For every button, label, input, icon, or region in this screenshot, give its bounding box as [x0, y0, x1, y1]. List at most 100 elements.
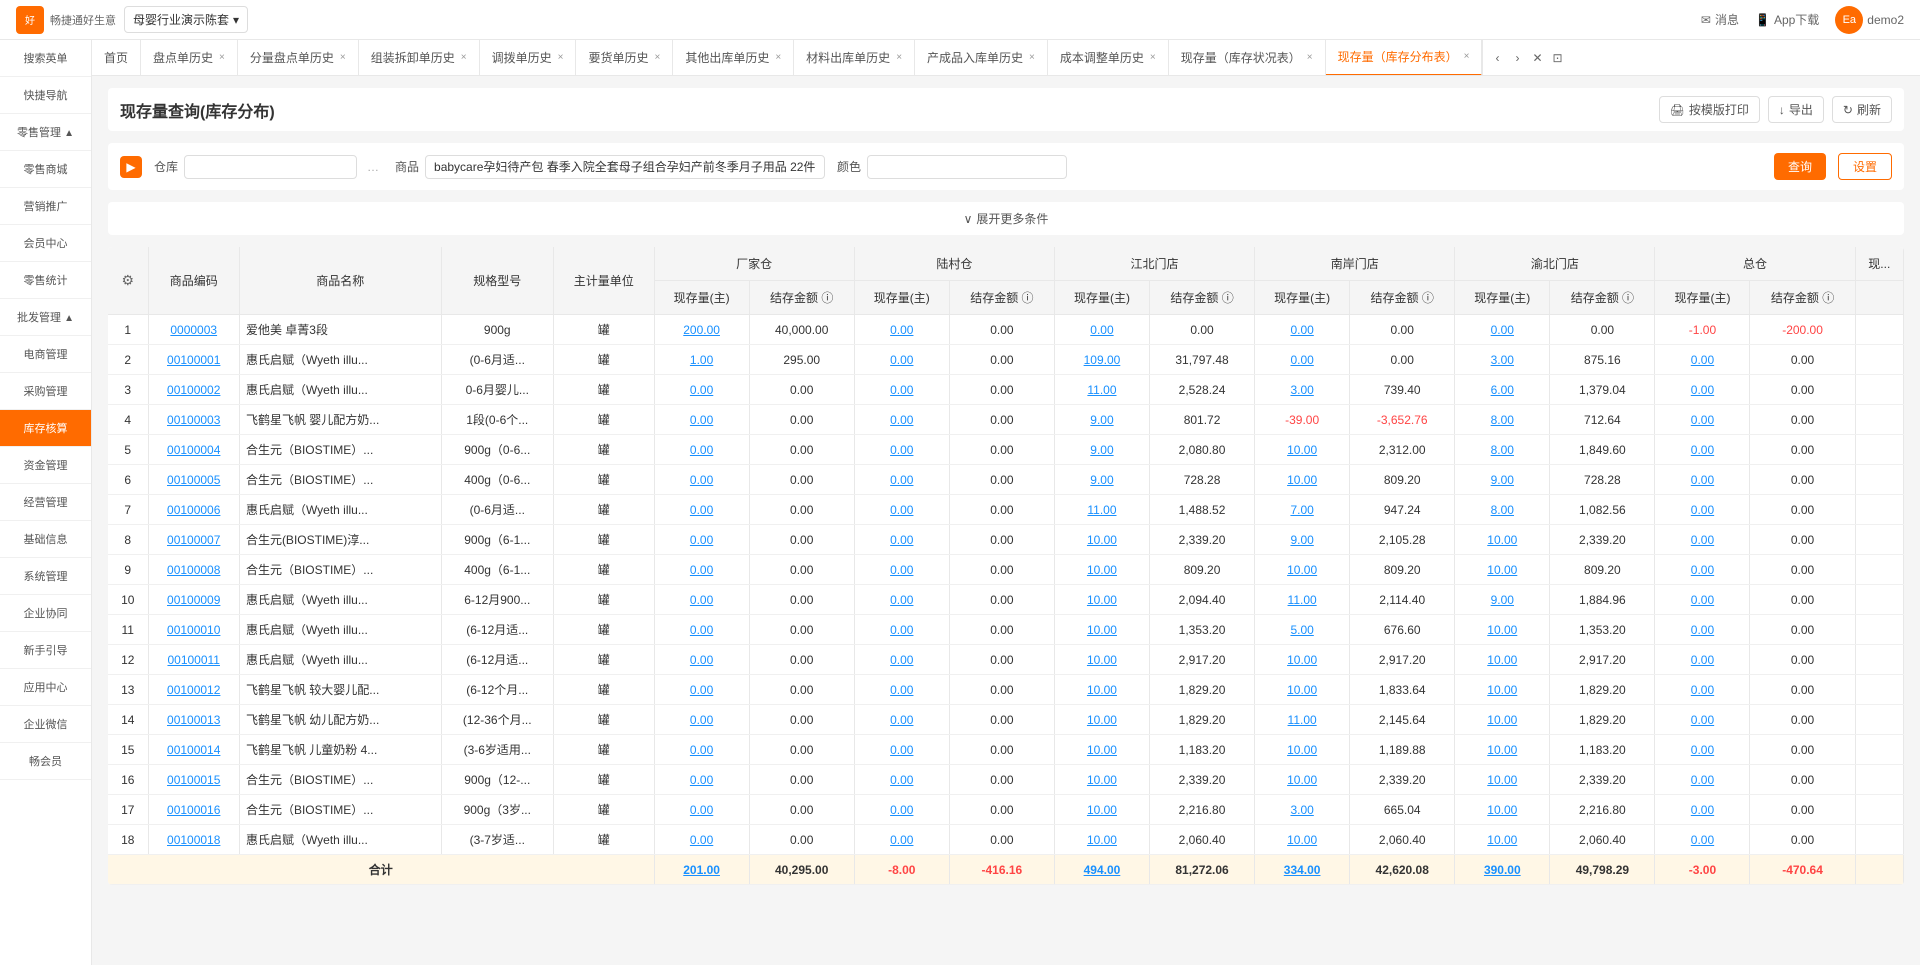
cell-jb-qty[interactable]: 10.00	[1054, 675, 1149, 705]
cell-cf-qty[interactable]: 0.00	[654, 525, 749, 555]
cell-lc-qty[interactable]: 0.00	[854, 795, 949, 825]
cell-cf-qty[interactable]: 200.00	[654, 315, 749, 345]
cell-total-qty[interactable]: 0.00	[1655, 615, 1750, 645]
cell-cf-qty[interactable]: 0.00	[654, 375, 749, 405]
filter-settings-button[interactable]: 设置	[1838, 153, 1892, 180]
cell-na-qty[interactable]: 10.00	[1255, 645, 1350, 675]
summary-jb-qty[interactable]: 494.00	[1054, 855, 1149, 885]
cell-total-qty[interactable]: 0.00	[1655, 555, 1750, 585]
cell-na-qty[interactable]: 3.00	[1255, 375, 1350, 405]
summary-cf-qty[interactable]: 201.00	[654, 855, 749, 885]
cell-total-qty[interactable]: 0.00	[1655, 645, 1750, 675]
cell-yb-qty[interactable]: 10.00	[1455, 735, 1550, 765]
cell-total-qty[interactable]: 0.00	[1655, 795, 1750, 825]
cell-na-qty[interactable]: 0.00	[1255, 315, 1350, 345]
cell-yb-qty[interactable]: 8.00	[1455, 405, 1550, 435]
cell-total-qty[interactable]: 0.00	[1655, 825, 1750, 855]
tab-sub-inventory[interactable]: 分量盘点单历史×	[238, 40, 359, 76]
tab-cost-adjust[interactable]: 成本调整单历史×	[1048, 40, 1169, 76]
cell-total-qty[interactable]: 0.00	[1655, 495, 1750, 525]
cell-cf-qty[interactable]: 0.00	[654, 825, 749, 855]
cell-jb-qty[interactable]: 10.00	[1054, 615, 1149, 645]
cell-total-qty[interactable]: 0.00	[1655, 735, 1750, 765]
cell-cf-qty[interactable]: 0.00	[654, 555, 749, 585]
cell-na-qty[interactable]: 10.00	[1255, 435, 1350, 465]
tab-close-all-button[interactable]: ✕	[1527, 48, 1547, 68]
sidebar-item-marketing[interactable]: 营销推广	[0, 188, 91, 225]
cell-yb-qty[interactable]: 9.00	[1455, 585, 1550, 615]
sidebar-item-quick-nav[interactable]: 快捷导航	[0, 77, 91, 114]
column-settings-icon[interactable]: ⚙	[121, 272, 134, 288]
messages-button[interactable]: ✉ 消息	[1701, 11, 1739, 28]
cell-cf-qty[interactable]: 0.00	[654, 705, 749, 735]
cell-code[interactable]: 00100011	[148, 645, 239, 675]
cell-na-qty[interactable]: 10.00	[1255, 555, 1350, 585]
cell-lc-qty[interactable]: 0.00	[854, 735, 949, 765]
cell-jb-qty[interactable]: 10.00	[1054, 525, 1149, 555]
cell-yb-qty[interactable]: 10.00	[1455, 615, 1550, 645]
cell-na-qty[interactable]: 10.00	[1255, 765, 1350, 795]
summary-total-qty[interactable]: -3.00	[1655, 855, 1750, 885]
sidebar-item-retail-stats[interactable]: 零售统计	[0, 262, 91, 299]
cell-yb-qty[interactable]: 0.00	[1455, 315, 1550, 345]
cell-yb-qty[interactable]: 10.00	[1455, 555, 1550, 585]
cell-lc-qty[interactable]: 0.00	[854, 555, 949, 585]
cell-code[interactable]: 00100009	[148, 585, 239, 615]
cell-lc-qty[interactable]: 0.00	[854, 345, 949, 375]
sidebar-item-retail-mgmt[interactable]: 零售管理 ▲	[0, 114, 91, 151]
cell-code[interactable]: 00100016	[148, 795, 239, 825]
export-button[interactable]: ↓ 导出	[1768, 96, 1824, 123]
sidebar-item-purchase[interactable]: 采购管理	[0, 373, 91, 410]
tab-outbound[interactable]: 其他出库单历史×	[673, 40, 794, 76]
cell-code[interactable]: 00100002	[148, 375, 239, 405]
cell-yb-qty[interactable]: 10.00	[1455, 675, 1550, 705]
tab-expand-button[interactable]: ⊡	[1547, 48, 1567, 68]
cell-lc-qty[interactable]: 0.00	[854, 435, 949, 465]
cell-lc-qty[interactable]: 0.00	[854, 405, 949, 435]
cell-na-qty[interactable]: 10.00	[1255, 675, 1350, 705]
cell-code[interactable]: 00100003	[148, 405, 239, 435]
close-icon[interactable]: ×	[340, 52, 346, 63]
user-profile[interactable]: Ea demo2	[1835, 6, 1904, 34]
close-icon[interactable]: ×	[1464, 51, 1470, 62]
cell-na-qty[interactable]: -39.00	[1255, 405, 1350, 435]
sidebar-item-member2[interactable]: 畅会员	[0, 743, 91, 780]
sidebar-item-operations[interactable]: 经营管理	[0, 484, 91, 521]
sidebar-item-search[interactable]: 搜索英单	[0, 40, 91, 77]
cell-code[interactable]: 00100008	[148, 555, 239, 585]
cell-code[interactable]: 00100015	[148, 765, 239, 795]
cell-jb-qty[interactable]: 10.00	[1054, 795, 1149, 825]
cell-total-qty[interactable]: 0.00	[1655, 345, 1750, 375]
cell-jb-qty[interactable]: 10.00	[1054, 555, 1149, 585]
print-button[interactable]: 🖨 按模版打印	[1659, 96, 1760, 123]
cell-jb-qty[interactable]: 11.00	[1054, 375, 1149, 405]
cell-lc-qty[interactable]: 0.00	[854, 645, 949, 675]
cell-jb-qty[interactable]: 11.00	[1054, 495, 1149, 525]
cell-jb-qty[interactable]: 9.00	[1054, 435, 1149, 465]
tab-transfer[interactable]: 调拨单历史×	[480, 40, 577, 76]
sidebar-item-guide[interactable]: 新手引导	[0, 632, 91, 669]
cell-total-qty[interactable]: 0.00	[1655, 525, 1750, 555]
tab-inventory-history[interactable]: 盘点单历史×	[141, 40, 238, 76]
cell-cf-qty[interactable]: 0.00	[654, 735, 749, 765]
product-input[interactable]	[425, 155, 825, 179]
sidebar-item-wecom[interactable]: 企业微信	[0, 706, 91, 743]
cell-na-qty[interactable]: 7.00	[1255, 495, 1350, 525]
sidebar-item-wholesale[interactable]: 批发管理 ▲	[0, 299, 91, 336]
cell-jb-qty[interactable]: 10.00	[1054, 645, 1149, 675]
tab-material-outbound[interactable]: 材料出库单历史×	[794, 40, 915, 76]
warehouse-input[interactable]	[184, 155, 357, 179]
expand-more-button[interactable]: ∨ 展开更多条件	[956, 206, 1057, 231]
cell-cf-qty[interactable]: 0.00	[654, 585, 749, 615]
cell-code[interactable]: 00100012	[148, 675, 239, 705]
cell-na-qty[interactable]: 0.00	[1255, 345, 1350, 375]
cell-code[interactable]: 00100013	[148, 705, 239, 735]
cell-code[interactable]: 00100018	[148, 825, 239, 855]
color-input[interactable]	[867, 155, 1067, 179]
cell-yb-qty[interactable]: 10.00	[1455, 795, 1550, 825]
cell-yb-qty[interactable]: 9.00	[1455, 465, 1550, 495]
tab-stock-status[interactable]: 现存量（库存状况表）×	[1169, 40, 1326, 76]
cell-total-qty[interactable]: 0.00	[1655, 585, 1750, 615]
sidebar-item-ecommerce[interactable]: 电商管理	[0, 336, 91, 373]
cell-total-qty[interactable]: 0.00	[1655, 375, 1750, 405]
